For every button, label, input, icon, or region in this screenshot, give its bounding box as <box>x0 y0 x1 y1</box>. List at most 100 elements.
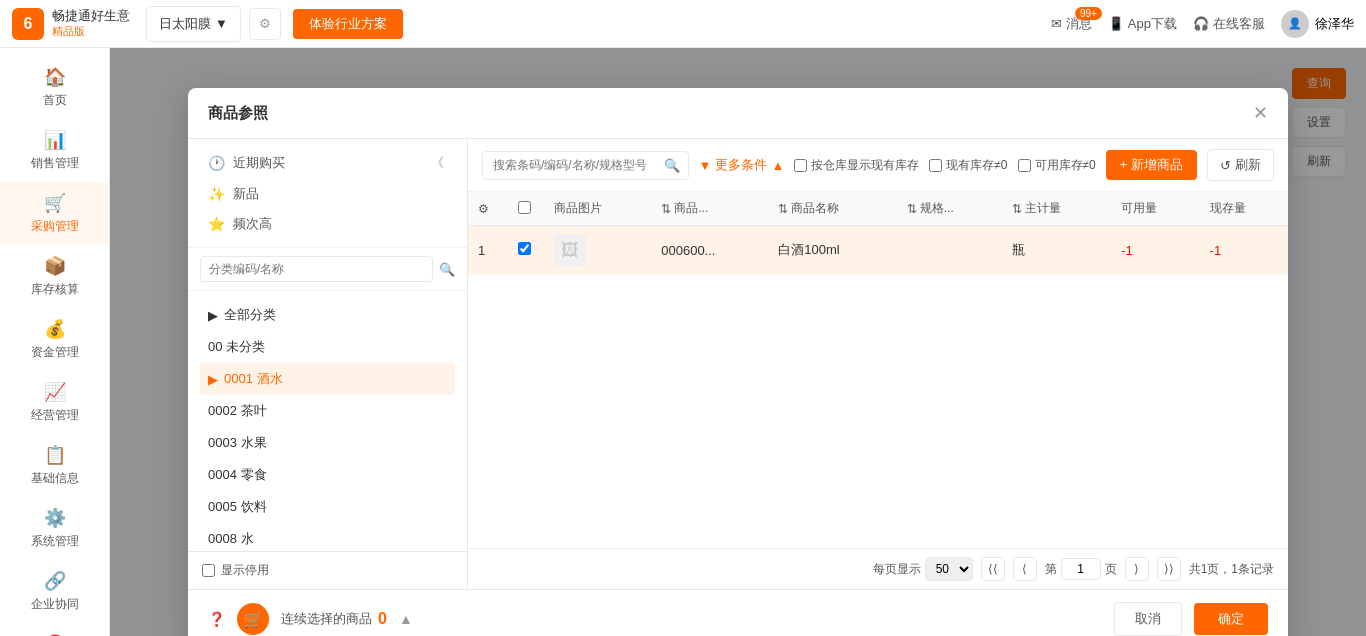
sales-icon: 📊 <box>44 129 66 151</box>
modal-close-button[interactable]: ✕ <box>1253 102 1268 124</box>
chevron-down-icon: ▼ <box>215 16 228 31</box>
row-spec <box>897 226 1003 275</box>
page-total-info: 共1页，1条记录 <box>1189 561 1274 578</box>
show-disabled-checkbox[interactable] <box>202 564 215 577</box>
logo-text: 畅捷通好生意 <box>52 8 130 24</box>
row-select-checkbox[interactable] <box>518 242 531 255</box>
product-search-icon[interactable]: 🔍 <box>656 152 688 179</box>
refresh-button[interactable]: ↺ 刷新 <box>1207 149 1274 181</box>
user-info[interactable]: 👤 徐泽华 <box>1281 10 1354 38</box>
category-all[interactable]: ▶ 全部分类 <box>200 299 455 331</box>
per-page-dropdown[interactable]: 50 <box>925 557 973 581</box>
sidebar-item-home[interactable]: 🏠 首页 <box>0 56 109 119</box>
refresh-icon: ↺ <box>1220 158 1231 173</box>
category-0001[interactable]: ▶ 0001 酒水 <box>200 363 455 395</box>
online-service-nav[interactable]: 🎧 在线客服 <box>1193 15 1265 33</box>
modal-header: 商品参照 ✕ <box>188 88 1288 139</box>
th-image: 商品图片 <box>544 192 651 226</box>
category-search-icon[interactable]: 🔍 <box>439 262 455 277</box>
content-area: 查询 设置 刷新 商品参照 ✕ <box>110 48 1366 636</box>
checkbox-available-nonzero[interactable]: 可用库存≠0 <box>1018 157 1096 174</box>
message-badge: 99+ <box>1075 7 1102 20</box>
th-settings[interactable]: ⚙ <box>468 192 508 226</box>
next-page-button[interactable]: ⟩ <box>1125 557 1149 581</box>
filter-frequent[interactable]: ⭐ 频次高 <box>200 209 455 239</box>
category-0005[interactable]: 0005 饮料 <box>200 491 455 523</box>
checkbox-warehouse[interactable]: 按仓库显示现有库存 <box>794 157 919 174</box>
category-0008[interactable]: 0008 水 <box>200 523 455 551</box>
main-layout: 🏠 首页 📊 销售管理 🛒 采购管理 📦 库存核算 💰 资金管理 📈 经营管理 … <box>0 48 1366 636</box>
app-download-nav[interactable]: 📱 App下载 <box>1108 15 1177 33</box>
sidebar-item-guide[interactable]: 🎯 新手引导 <box>0 623 109 636</box>
modal-title: 商品参照 <box>208 104 268 123</box>
sidebar-item-basics[interactable]: 📋 基础信息 <box>0 434 109 497</box>
category-0003[interactable]: 0003 水果 <box>200 427 455 459</box>
th-code[interactable]: ⇅ 商品... <box>651 192 768 226</box>
th-spec[interactable]: ⇅ 规格... <box>897 192 1003 226</box>
messages-nav[interactable]: ✉ 消息 99+ <box>1051 15 1092 33</box>
settings-icon: ⚙ <box>478 202 489 216</box>
available-nonzero-checkbox[interactable] <box>1018 159 1031 172</box>
headset-icon: 🎧 <box>1193 16 1209 31</box>
confirm-button[interactable]: 确定 <box>1194 603 1268 635</box>
help-icon[interactable]: ❓ <box>208 611 225 627</box>
checkbox-stock-nonzero[interactable]: 现有库存≠0 <box>929 157 1007 174</box>
operations-icon: 📈 <box>44 381 66 403</box>
more-filters-button[interactable]: ▼ 更多条件 ▲ <box>699 156 785 174</box>
th-available: 可用量 <box>1111 192 1199 226</box>
product-search-input[interactable] <box>483 152 656 178</box>
th-name[interactable]: ⇅ 商品名称 <box>768 192 896 226</box>
cancel-button[interactable]: 取消 <box>1114 602 1182 636</box>
modal-body: 🕐 近期购买 《 ✨ 新品 ⭐ 频次高 <box>188 139 1288 589</box>
stock-nonzero-checkbox[interactable] <box>929 159 942 172</box>
filter-new[interactable]: ✨ 新品 <box>200 179 455 209</box>
sidebar-item-collab[interactable]: 🔗 企业协同 <box>0 560 109 623</box>
sidebar: 🏠 首页 📊 销售管理 🛒 采购管理 📦 库存核算 💰 资金管理 📈 经营管理 … <box>0 48 110 636</box>
page-number-input[interactable] <box>1061 558 1101 580</box>
recent-icon: 🕐 <box>208 155 225 171</box>
message-icon: ✉ <box>1051 16 1062 31</box>
quick-filters: 🕐 近期购买 《 ✨ 新品 ⭐ 频次高 <box>188 139 467 248</box>
basics-icon: 📋 <box>44 444 66 466</box>
sidebar-item-purchase[interactable]: 🛒 采购管理 <box>0 182 109 245</box>
product-table: ⚙ 商品图片 <box>468 192 1288 275</box>
th-stock: 现存量 <box>1200 192 1288 226</box>
right-panel: 🔍 ▼ 更多条件 ▲ 按仓库显示现有库存 <box>468 139 1288 589</box>
sidebar-item-finance[interactable]: 💰 资金管理 <box>0 308 109 371</box>
select-all-checkbox[interactable] <box>518 201 531 214</box>
product-thumbnail: 🖼 <box>554 234 586 266</box>
logo-area: 6 畅捷通好生意 精品版 <box>12 8 130 40</box>
sidebar-item-operations[interactable]: 📈 经营管理 <box>0 371 109 434</box>
row-checkbox[interactable] <box>508 226 544 275</box>
sidebar-item-sales[interactable]: 📊 销售管理 <box>0 119 109 182</box>
cart-icon[interactable]: 🛒 <box>237 603 269 635</box>
category-0002[interactable]: 0002 茶叶 <box>200 395 455 427</box>
frequent-icon: ⭐ <box>208 216 225 232</box>
page-input-wrap: 第 页 <box>1045 558 1117 580</box>
add-product-button[interactable]: + 新增商品 <box>1106 150 1197 180</box>
filter-bar: 🔍 ▼ 更多条件 ▲ 按仓库显示现有库存 <box>468 139 1288 192</box>
th-checkbox[interactable] <box>508 192 544 226</box>
gear-icon[interactable]: ⚙ <box>249 8 281 40</box>
category-00[interactable]: 00 未分类 <box>200 331 455 363</box>
sort-icon-spec: ⇅ <box>907 202 917 216</box>
first-page-button[interactable]: ⟨⟨ <box>981 557 1005 581</box>
th-unit[interactable]: ⇅ 主计量 <box>1002 192 1111 226</box>
footer-selected-info: 连续选择的商品 0 <box>281 610 387 628</box>
category-search-input[interactable] <box>200 256 433 282</box>
table-row[interactable]: 1 🖼 <box>468 226 1288 275</box>
row-image: 🖼 <box>544 226 651 275</box>
prev-page-button[interactable]: ⟨ <box>1013 557 1037 581</box>
avatar: 👤 <box>1281 10 1309 38</box>
category-0004[interactable]: 0004 零食 <box>200 459 455 491</box>
sidebar-item-inventory[interactable]: 📦 库存核算 <box>0 245 109 308</box>
app-icon: 📱 <box>1108 16 1124 31</box>
collapse-left-icon[interactable]: 《 <box>427 153 447 173</box>
last-page-button[interactable]: ⟩⟩ <box>1157 557 1181 581</box>
warehouse-checkbox[interactable] <box>794 159 807 172</box>
sidebar-item-system[interactable]: ⚙️ 系统管理 <box>0 497 109 560</box>
expand-icon[interactable]: ▲ <box>399 611 413 627</box>
filter-recent[interactable]: 🕐 近期购买 《 <box>200 147 455 179</box>
trial-button[interactable]: 体验行业方案 <box>293 9 403 39</box>
nav-dropdown[interactable]: 日太阳膜 ▼ <box>146 6 241 42</box>
